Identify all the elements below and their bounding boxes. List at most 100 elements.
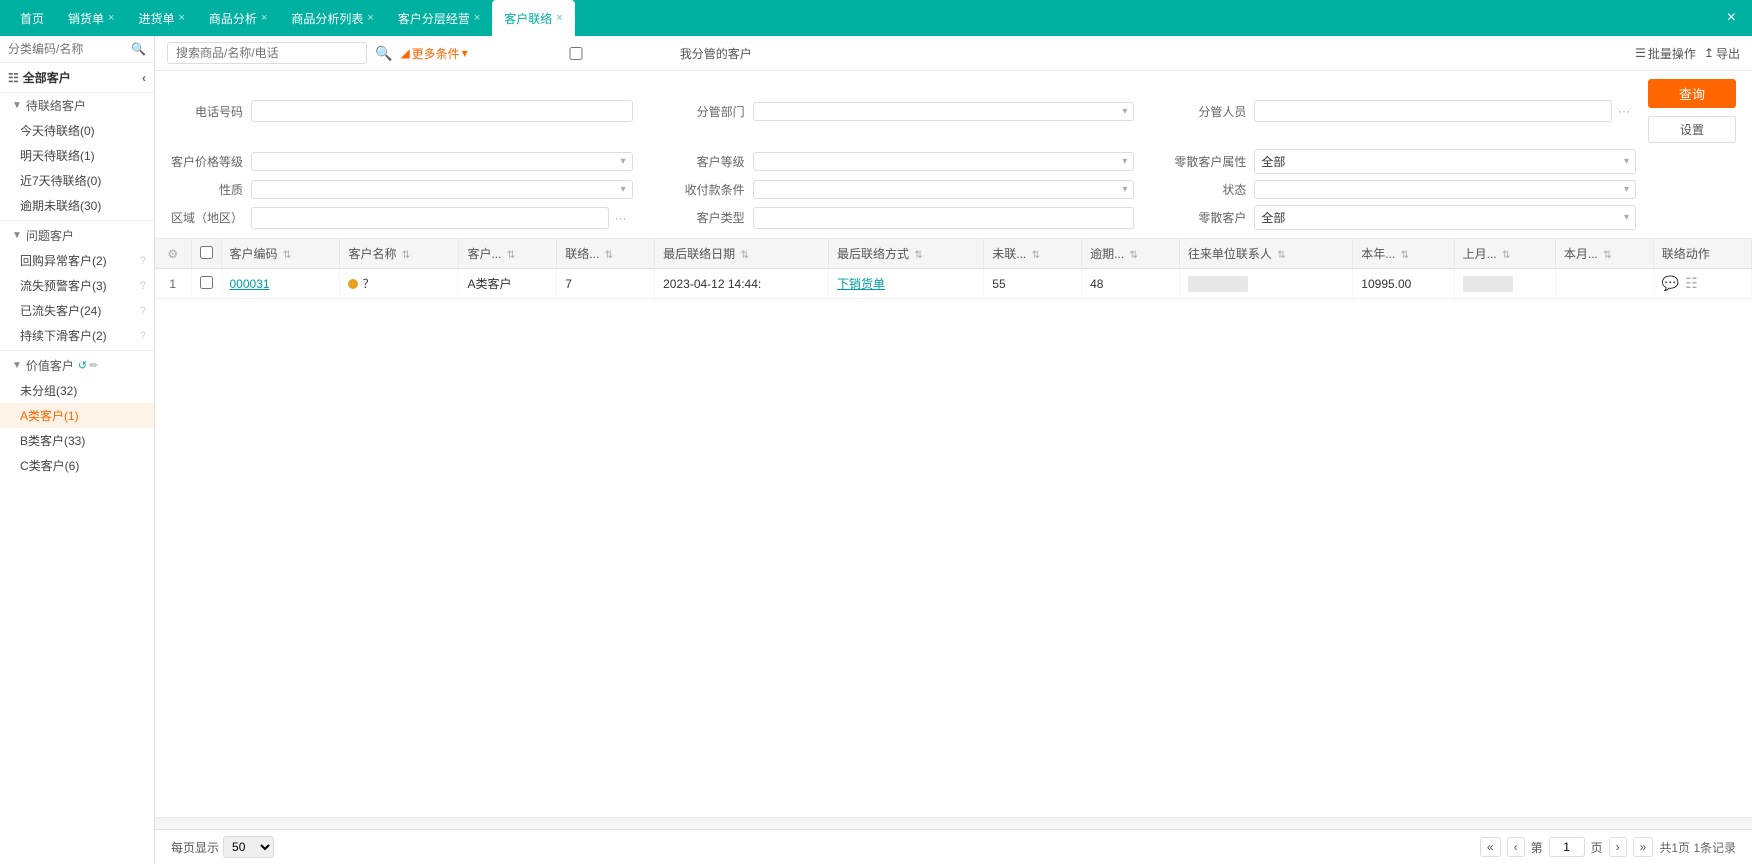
customer-level-select[interactable]: ▾: [753, 152, 1135, 171]
filter-icon: ◢: [400, 46, 409, 60]
retail-attr-select[interactable]: 全部 ▾: [1254, 149, 1636, 174]
sidebar-item-7days[interactable]: 近7天待联络(0): [0, 168, 154, 193]
sort-icon-this-month[interactable]: ⇅: [1603, 250, 1611, 261]
area-input[interactable]: [251, 207, 609, 229]
area-ellipsis[interactable]: ···: [609, 211, 633, 225]
sidebar-item-c-class[interactable]: C类客户(6): [0, 453, 154, 478]
advanced-filter-panel: 电话号码 分管部门 ▾ 分管人员 ···: [155, 71, 1752, 239]
sidebar-all-customers[interactable]: ☷ 全部客户 ‹: [0, 63, 154, 93]
refresh-icon[interactable]: ↺: [78, 359, 87, 372]
price-level-arrow: ▾: [621, 156, 626, 167]
filter-nature: 性质 ▾: [171, 180, 633, 199]
help-icon-lost: ?: [140, 305, 146, 317]
sort-icon-not-contacted[interactable]: ⇅: [1032, 250, 1040, 261]
phone-input[interactable]: [251, 100, 633, 122]
th-last-date: 最后联络日期 ⇅: [655, 239, 829, 269]
manager-input[interactable]: [1254, 100, 1612, 122]
filter-row-1: 电话号码 分管部门 ▾ 分管人员 ···: [171, 79, 1736, 143]
sidebar-item-b-class[interactable]: B类客户(33): [0, 428, 154, 453]
sidebar-item-repurchase[interactable]: 回购异常客户(2) ?: [0, 248, 154, 273]
close-all-tabs[interactable]: ×: [1719, 9, 1744, 27]
close-tab-customer-contact[interactable]: ×: [556, 12, 562, 24]
chat-action-icon[interactable]: 💬: [1662, 275, 1679, 292]
sidebar-group-value[interactable]: ▼ 价值客户 ↺ ✏: [0, 353, 154, 378]
select-all-checkbox[interactable]: [200, 246, 213, 259]
sidebar-group-problem[interactable]: ▼ 问题客户: [0, 223, 154, 248]
sort-icon-date[interactable]: ⇅: [740, 250, 748, 261]
customer-type-input[interactable]: [753, 207, 1135, 229]
close-tab-analysis[interactable]: ×: [261, 12, 267, 24]
manager-ellipsis[interactable]: ···: [1612, 104, 1636, 118]
retail-customer-select[interactable]: 全部 ▾: [1254, 205, 1636, 230]
more-filters-button[interactable]: ◢ 更多条件 ▾: [400, 45, 467, 62]
sort-icon-last-month[interactable]: ⇅: [1502, 250, 1510, 261]
nav-tab-analysis-list[interactable]: 商品分析列表 ×: [279, 0, 385, 36]
sidebar-search-icon[interactable]: 🔍: [131, 42, 146, 56]
customer-level-label: 客户等级: [673, 153, 753, 170]
sort-icon-name[interactable]: ⇅: [402, 250, 410, 261]
nav-tab-customer-tier[interactable]: 客户分层经营 ×: [386, 0, 492, 36]
nav-tab-customer-contact[interactable]: 客户联络 ×: [492, 0, 574, 36]
grid-action-icon[interactable]: ☷: [1685, 275, 1698, 292]
my-customers-checkbox[interactable]: [476, 47, 676, 60]
payment-select[interactable]: ▾: [753, 180, 1135, 199]
sort-icon-code[interactable]: ⇅: [283, 250, 291, 261]
sidebar-group-pending[interactable]: ▼ 待联络客户: [0, 93, 154, 118]
close-tab-customer-tier[interactable]: ×: [474, 12, 480, 24]
last-method-link[interactable]: 下销货单: [837, 277, 885, 291]
sort-icon-level[interactable]: ⇅: [507, 250, 515, 261]
close-tab-sales[interactable]: ×: [108, 12, 114, 24]
query-button[interactable]: 查询: [1648, 79, 1736, 108]
query-setting-col: 查询 设置: [1636, 79, 1736, 143]
row-select-checkbox[interactable]: [200, 276, 213, 289]
filter-search-button[interactable]: 🔍: [375, 45, 392, 62]
setting-button[interactable]: 设置: [1648, 116, 1736, 143]
per-page-label: 每页显示: [171, 839, 219, 856]
th-settings: ⚙: [155, 239, 191, 269]
first-page-button[interactable]: «: [1480, 837, 1501, 857]
nav-tab-sales[interactable]: 销货单 ×: [56, 0, 126, 36]
sidebar-item-lost[interactable]: 已流失客户(24) ?: [0, 298, 154, 323]
price-level-label: 客户价格等级: [171, 153, 251, 170]
prev-page-button[interactable]: ‹: [1507, 837, 1525, 857]
next-page-button[interactable]: ›: [1609, 837, 1627, 857]
sidebar-item-loss-warning[interactable]: 流失预警客户(3) ?: [0, 273, 154, 298]
nature-select[interactable]: ▾: [251, 180, 633, 199]
batch-op-button[interactable]: ☰ 批量操作: [1635, 45, 1696, 62]
row-code: 000031: [221, 269, 340, 299]
last-page-button[interactable]: »: [1633, 837, 1654, 857]
nav-tab-home[interactable]: 首页: [8, 0, 56, 36]
sidebar-item-tomorrow[interactable]: 明天待联络(1): [0, 143, 154, 168]
customer-dot: [348, 279, 358, 289]
close-tab-purchase[interactable]: ×: [178, 12, 184, 24]
sort-icon-contact[interactable]: ⇅: [605, 250, 613, 261]
table-container: ⚙ 客户编码 ⇅ 客户名称 ⇅: [155, 239, 1752, 817]
th-code: 客户编码 ⇅: [221, 239, 340, 269]
sort-icon-unit[interactable]: ⇅: [1277, 250, 1285, 261]
sidebar-item-a-class[interactable]: A类客户(1): [0, 403, 154, 428]
page-number-input[interactable]: [1549, 837, 1585, 857]
export-button[interactable]: ↥ 导出: [1704, 45, 1740, 62]
edit-icon[interactable]: ✏: [89, 359, 98, 372]
table-scroll-bar[interactable]: [155, 817, 1752, 829]
dept-select[interactable]: ▾: [753, 102, 1135, 121]
nav-tab-analysis[interactable]: 商品分析 ×: [197, 0, 279, 36]
search-input[interactable]: [167, 42, 367, 64]
price-level-select[interactable]: ▾: [251, 152, 633, 171]
sidebar-item-ungroup[interactable]: 未分组(32): [0, 378, 154, 403]
sidebar-item-overdue[interactable]: 逾期未联络(30): [0, 193, 154, 218]
page-word: 页: [1591, 839, 1603, 856]
per-page-select[interactable]: 50 100 200: [223, 836, 274, 858]
data-table: ⚙ 客户编码 ⇅ 客户名称 ⇅: [155, 239, 1752, 299]
sidebar-item-today[interactable]: 今天待联络(0): [0, 118, 154, 143]
th-checkbox: [191, 239, 221, 269]
sidebar-item-declining[interactable]: 持续下滑客户(2) ?: [0, 323, 154, 348]
filter-price-level: 客户价格等级 ▾: [171, 152, 633, 171]
sort-icon-overdue[interactable]: ⇅: [1129, 250, 1137, 261]
sort-icon-method[interactable]: ⇅: [914, 250, 922, 261]
close-tab-analysis-list[interactable]: ×: [367, 12, 373, 24]
sort-icon-year[interactable]: ⇅: [1401, 250, 1409, 261]
sidebar-search-input[interactable]: [8, 42, 131, 56]
status-select[interactable]: ▾: [1254, 180, 1636, 199]
nav-tab-purchase[interactable]: 进货单 ×: [126, 0, 196, 36]
